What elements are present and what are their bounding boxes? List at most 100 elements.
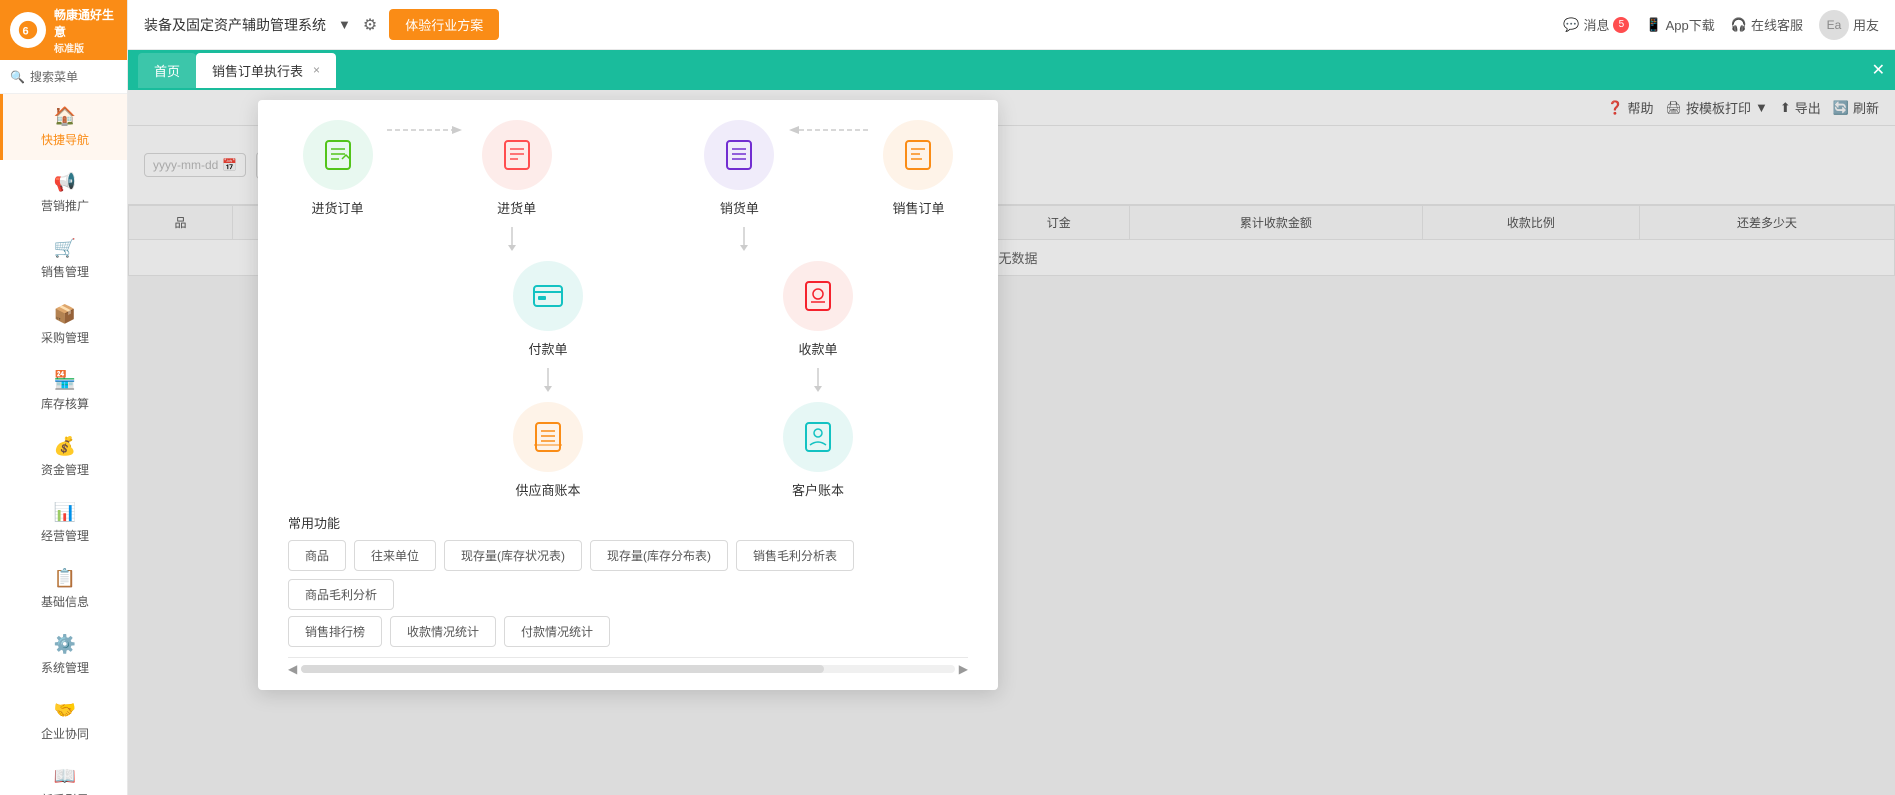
tab-bar: 首页 销售订单执行表 × ✕	[128, 50, 1895, 90]
supplier-account-node[interactable]: 供应商账本	[488, 402, 608, 499]
online-service-button[interactable]: 🎧 在线客服	[1731, 15, 1803, 34]
btn-product[interactable]: 商品	[288, 540, 346, 571]
arrow-sales-order-to-bill	[789, 120, 869, 168]
sidebar-item-quick-nav[interactable]: 🏠 快捷导航	[0, 94, 127, 160]
purchase-order-icon	[303, 120, 373, 190]
logo-sub: 标准版	[54, 40, 117, 55]
system-icon: ⚙️	[54, 634, 76, 655]
sidebar: 6 畅康通好生意 标准版 🔍 搜索菜单 🏠 快捷导航 📢 营销推广 🛒 销售管理	[0, 0, 128, 795]
sidebar-item-marketing[interactable]: 📢 营销推广	[0, 160, 127, 226]
purchase-order-node[interactable]: 进货订单	[288, 120, 387, 217]
payment-bill-node[interactable]: 付款单	[488, 261, 608, 358]
customer-account-label: 客户账本	[792, 480, 844, 499]
sales-icon: 🛒	[54, 238, 76, 259]
message-icon: 💬	[1563, 17, 1579, 33]
common-functions: 常用功能 商品 往来单位 现存量(库存状况表) 现存量(库存分布表) 销售毛利分…	[288, 513, 968, 647]
sidebar-item-label: 快捷导航	[41, 131, 89, 148]
receipt-bill-node[interactable]: 收款单	[758, 261, 878, 358]
sales-order-node[interactable]: 销售订单	[869, 120, 968, 217]
sidebar-item-operations[interactable]: 📊 经营管理	[0, 490, 127, 556]
purchase-order-label: 进货订单	[312, 198, 364, 217]
download-icon: 📱	[1645, 17, 1661, 33]
sales-bill-icon	[704, 120, 774, 190]
message-label: 消息	[1583, 15, 1609, 34]
sidebar-item-basic-info[interactable]: 📋 基础信息	[0, 556, 127, 622]
service-icon: 🎧	[1731, 17, 1747, 33]
search-menu[interactable]: 🔍 搜索菜单	[0, 60, 127, 94]
sidebar-nav: 🏠 快捷导航 📢 营销推广 🛒 销售管理 📦 采购管理 🏪 库存核算 💰	[0, 94, 127, 795]
btn-sales-ranking[interactable]: 销售排行榜	[288, 616, 382, 647]
btn-stock-status[interactable]: 现存量(库存状况表)	[444, 540, 582, 571]
finance-icon: 💰	[54, 436, 76, 457]
message-badge: 5	[1613, 17, 1629, 33]
sidebar-item-purchase[interactable]: 📦 采购管理	[0, 292, 127, 358]
common-buttons-row2: 销售排行榜 收款情况统计 付款情况统计	[288, 616, 968, 647]
settings-icon[interactable]: ⚙	[363, 15, 377, 35]
marketing-icon: 📢	[54, 172, 76, 193]
sidebar-item-enterprise[interactable]: 🤝 企业协同	[0, 688, 127, 754]
sidebar-item-label: 销售管理	[41, 263, 89, 280]
sales-order-label: 销售订单	[892, 198, 944, 217]
scroll-track	[301, 665, 955, 673]
btn-receipt-stats[interactable]: 收款情况统计	[390, 616, 496, 647]
content-area: ❓ 帮助 🖨 按模板打印 ▼ ⬆ 导出 🔄 刷新	[128, 90, 1895, 795]
flow-diagram: 进货订单 进货单	[288, 120, 968, 499]
logo-text: 畅康通好生意	[54, 6, 117, 40]
dialog-scrollbar[interactable]: ◀ ▶	[288, 657, 968, 680]
sidebar-item-finance[interactable]: 💰 资金管理	[0, 424, 127, 490]
receipt-bill-label: 收款单	[798, 339, 837, 358]
purchase-icon: 📦	[54, 304, 76, 325]
btn-product-profit[interactable]: 商品毛利分析	[288, 579, 394, 610]
btn-counterpart[interactable]: 往来单位	[354, 540, 436, 571]
sales-bill-label: 销货单	[720, 198, 759, 217]
user-menu[interactable]: Ea 用友	[1819, 10, 1879, 40]
tab-bar-close-button[interactable]: ✕	[1872, 60, 1885, 80]
tab-home[interactable]: 首页	[138, 53, 196, 88]
customer-account-icon	[783, 402, 853, 472]
purchase-bill-node[interactable]: 进货单	[467, 120, 566, 217]
sidebar-item-label: 营销推广	[41, 197, 89, 214]
sales-bill-node[interactable]: 销货单	[690, 120, 789, 217]
sidebar-item-label: 基础信息	[41, 593, 89, 610]
btn-stock-dist[interactable]: 现存量(库存分布表)	[590, 540, 728, 571]
scroll-right-arrow[interactable]: ▶	[959, 662, 968, 676]
payment-bill-label: 付款单	[528, 339, 567, 358]
system-dropdown[interactable]: ▼	[338, 17, 351, 32]
receipt-bill-icon	[783, 261, 853, 331]
supplier-account-label: 供应商账本	[515, 480, 580, 499]
customer-account-node[interactable]: 客户账本	[758, 402, 878, 499]
svg-text:6: 6	[23, 26, 29, 38]
sidebar-item-label: 采购管理	[41, 329, 89, 346]
scroll-left-arrow[interactable]: ◀	[288, 662, 297, 676]
basic-info-icon: 📋	[54, 568, 76, 589]
app-download-button[interactable]: 📱 App下载	[1645, 15, 1714, 34]
experience-button[interactable]: 体验行业方案	[389, 9, 499, 40]
sidebar-item-label: 库存核算	[41, 395, 89, 412]
avatar: Ea	[1819, 10, 1849, 40]
search-label: 搜索菜单	[30, 68, 78, 85]
sidebar-item-label: 系统管理	[41, 659, 89, 676]
btn-sales-profit[interactable]: 销售毛利分析表	[736, 540, 854, 571]
sidebar-item-label: 经营管理	[41, 527, 89, 544]
common-buttons-row1: 商品 往来单位 现存量(库存状况表) 现存量(库存分布表) 销售毛利分析表 商品…	[288, 540, 968, 610]
message-button[interactable]: 💬 消息 5	[1563, 15, 1629, 34]
tab-sales-order-label: 销售订单执行表	[212, 61, 303, 80]
sidebar-item-label: 新手引导	[41, 791, 89, 795]
tab-close-icon[interactable]: ×	[313, 63, 320, 77]
btn-payment-stats[interactable]: 付款情况统计	[504, 616, 610, 647]
purchase-bill-icon	[482, 120, 552, 190]
inventory-icon: 🏪	[54, 370, 76, 391]
sidebar-item-system[interactable]: ⚙️ 系统管理	[0, 622, 127, 688]
purchase-bill-label: 进货单	[497, 198, 536, 217]
sidebar-item-guide[interactable]: 📖 新手引导	[0, 754, 127, 795]
tab-sales-order[interactable]: 销售订单执行表 ×	[196, 53, 336, 88]
enterprise-icon: 🤝	[54, 700, 76, 721]
popup-overlay[interactable]: 进货订单 进货单	[128, 90, 1895, 795]
app-download-label: App下载	[1666, 15, 1715, 34]
tab-home-label: 首页	[154, 61, 180, 80]
sidebar-item-sales[interactable]: 🛒 销售管理	[0, 226, 127, 292]
app-logo: 6 畅康通好生意 标准版	[0, 0, 127, 60]
sidebar-item-inventory[interactable]: 🏪 库存核算	[0, 358, 127, 424]
operations-icon: 📊	[54, 502, 76, 523]
popup-dialog: 进货订单 进货单	[258, 100, 998, 690]
